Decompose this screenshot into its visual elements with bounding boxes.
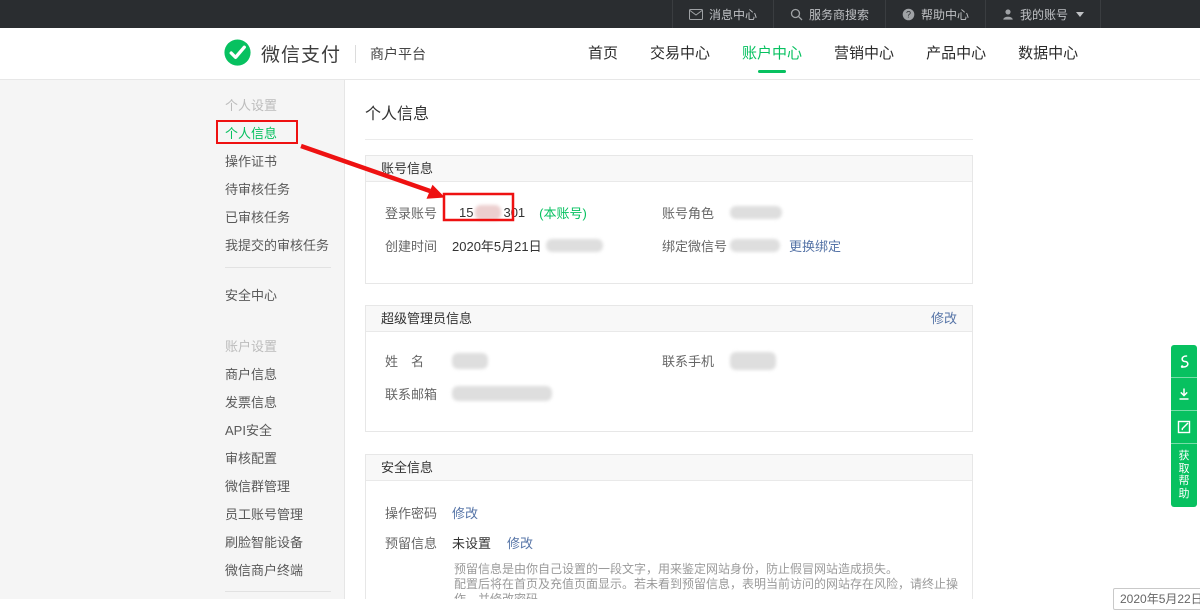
- account-panel-title: 账号信息: [381, 156, 433, 182]
- page-title: 个人信息: [365, 100, 973, 124]
- login-account-value: 15 301: [452, 202, 532, 223]
- sidebar-item-security-center[interactable]: 安全中心: [225, 282, 344, 310]
- description-line: 配置后将在首页及充值页面显示。若未看到预留信息，表明当前访问的网站存在风险，请终…: [454, 577, 972, 599]
- contact-phone-label: 联系手机: [662, 351, 730, 370]
- login-account-suffix: 301: [503, 205, 525, 220]
- feedback-button[interactable]: [1171, 411, 1197, 444]
- main-nav: 首页 交易中心 账户中心 营销中心 产品中心 数据中心: [588, 28, 1078, 79]
- get-help-button[interactable]: 获取帮助: [1171, 444, 1197, 507]
- nav-data-center[interactable]: 数据中心: [1018, 28, 1078, 79]
- admin-modify-link[interactable]: 修改: [931, 306, 957, 332]
- operation-password-label: 操作密码: [385, 503, 452, 522]
- sidebar-item-merchant-info[interactable]: 商户信息: [225, 361, 344, 389]
- portal-name: 商户平台: [370, 44, 426, 64]
- password-modify-link[interactable]: 修改: [452, 503, 478, 522]
- admin-name-label: 姓 名: [385, 351, 452, 370]
- redacted-contact-phone: [730, 352, 776, 370]
- account-info-panel: 账号信息 登录账号 15 301 (本账号) 账号角色: [365, 155, 973, 284]
- sidebar-group-personal-settings: 个人设置: [225, 92, 344, 120]
- title-divider: [365, 139, 973, 140]
- login-account-label: 登录账号: [385, 203, 452, 222]
- wechat-pay-logo: [222, 38, 253, 69]
- topbar-account-label: 我的账号: [1020, 6, 1068, 23]
- mail-icon: [689, 9, 703, 20]
- floating-help-widget: 获取帮助: [1171, 345, 1197, 507]
- topbar-service-search[interactable]: 服务商搜索: [773, 0, 885, 28]
- sidebar-divider: [225, 591, 331, 592]
- sidebar-group-account-settings: 账户设置: [225, 333, 344, 361]
- redacted-created-time: [546, 239, 603, 252]
- topbar-message-label: 消息中心: [709, 6, 757, 23]
- login-account-prefix: 15: [459, 205, 473, 220]
- reserve-info-value: 未设置: [452, 533, 491, 552]
- super-admin-panel: 超级管理员信息 修改 姓 名 联系手机 联系邮箱: [365, 305, 973, 432]
- reserve-modify-link[interactable]: 修改: [507, 533, 533, 552]
- current-account-tag: (本账号): [539, 203, 587, 222]
- description-line: 预留信息是由你自己设置的一段文字，用来鉴定网站身份，防止假冒网站造成损失。: [454, 562, 972, 577]
- sidebar-spacer: [225, 310, 344, 333]
- reserve-info-description: 预留信息是由你自己设置的一段文字，用来鉴定网站身份，防止假冒网站造成损失。 配置…: [454, 562, 972, 599]
- brand-block[interactable]: 微信支付 商户平台: [222, 28, 426, 79]
- contact-email-label: 联系邮箱: [385, 384, 452, 403]
- sidebar-item-api-security[interactable]: API安全: [225, 417, 344, 445]
- edit-icon: [1177, 420, 1191, 434]
- redacted-account-role: [730, 206, 782, 219]
- download-button[interactable]: [1171, 378, 1197, 411]
- nav-marketing-center[interactable]: 营销中心: [834, 28, 894, 79]
- change-binding-link[interactable]: 更换绑定: [789, 236, 841, 255]
- app-header: 微信支付 商户平台 首页 交易中心 账户中心 营销中心 产品中心 数据中心: [0, 28, 1200, 80]
- redacted-wechat-id: [730, 239, 780, 252]
- mini-program-icon: [1177, 354, 1191, 369]
- sidebar-item-wechat-group[interactable]: 微信群管理: [225, 473, 344, 501]
- security-info-panel: 安全信息 操作密码 修改 预留信息 未设置 修改 预留: [365, 454, 973, 599]
- download-icon: [1177, 387, 1191, 401]
- mini-program-button[interactable]: [1171, 345, 1197, 378]
- search-icon: [790, 8, 803, 21]
- user-icon: [1002, 8, 1014, 21]
- sidebar-item-reviewed[interactable]: 已审核任务: [225, 204, 344, 232]
- sidebar-item-personal-info[interactable]: 个人信息: [225, 120, 344, 148]
- top-utility-bar: 消息中心 服务商搜索 ? 帮助中心 我的账号: [0, 0, 1200, 28]
- topbar-help-center[interactable]: ? 帮助中心: [885, 0, 985, 28]
- redacted-admin-name: [452, 353, 488, 369]
- chevron-down-icon: [1076, 12, 1084, 17]
- nav-transaction-center[interactable]: 交易中心: [650, 28, 710, 79]
- nav-product-center[interactable]: 产品中心: [926, 28, 986, 79]
- get-help-label: 获取帮助: [1178, 450, 1191, 500]
- sidebar-divider: [225, 267, 331, 268]
- nav-account-center[interactable]: 账户中心: [742, 28, 802, 79]
- redacted-contact-email: [452, 386, 552, 401]
- sidebar-item-my-submitted-review[interactable]: 我提交的审核任务: [225, 232, 344, 260]
- sidebar-item-operation-cert[interactable]: 操作证书: [225, 148, 344, 176]
- reserve-info-label: 预留信息: [385, 533, 452, 552]
- redacted-login-middle: [475, 205, 501, 220]
- help-icon: ?: [902, 8, 915, 21]
- sidebar-item-staff-accounts[interactable]: 员工账号管理: [225, 501, 344, 529]
- sidebar: 个人设置 个人信息 操作证书 待审核任务 已审核任务 我提交的审核任务 安全中心…: [0, 80, 345, 599]
- date-picker-chip[interactable]: 2020年5月22日: [1113, 588, 1200, 610]
- topbar-search-label: 服务商搜索: [809, 6, 869, 23]
- created-time-value: 2020年5月21日: [452, 236, 542, 255]
- admin-panel-title: 超级管理员信息: [381, 306, 472, 332]
- created-time-label: 创建时间: [385, 236, 452, 255]
- brand-name: 微信支付: [261, 40, 341, 67]
- sidebar-item-invoice-info[interactable]: 发票信息: [225, 389, 344, 417]
- topbar-help-label: 帮助中心: [921, 6, 969, 23]
- nav-home[interactable]: 首页: [588, 28, 618, 79]
- account-role-label: 账号角色: [662, 203, 730, 222]
- topbar-message-center[interactable]: 消息中心: [672, 0, 773, 28]
- main-content: 个人信息 账号信息 登录账号 15 301 (本账号): [346, 80, 1200, 599]
- sidebar-item-review-config[interactable]: 审核配置: [225, 445, 344, 473]
- sidebar-item-pending-review[interactable]: 待审核任务: [225, 176, 344, 204]
- bound-wechat-label: 绑定微信号: [662, 236, 730, 255]
- sidebar-item-face-devices[interactable]: 刷脸智能设备: [225, 529, 344, 557]
- security-panel-title: 安全信息: [381, 455, 433, 481]
- topbar-my-account[interactable]: 我的账号: [985, 0, 1101, 28]
- svg-text:?: ?: [906, 9, 911, 19]
- sidebar-item-merchant-terminal[interactable]: 微信商户终端: [225, 557, 344, 585]
- brand-divider: [355, 45, 356, 63]
